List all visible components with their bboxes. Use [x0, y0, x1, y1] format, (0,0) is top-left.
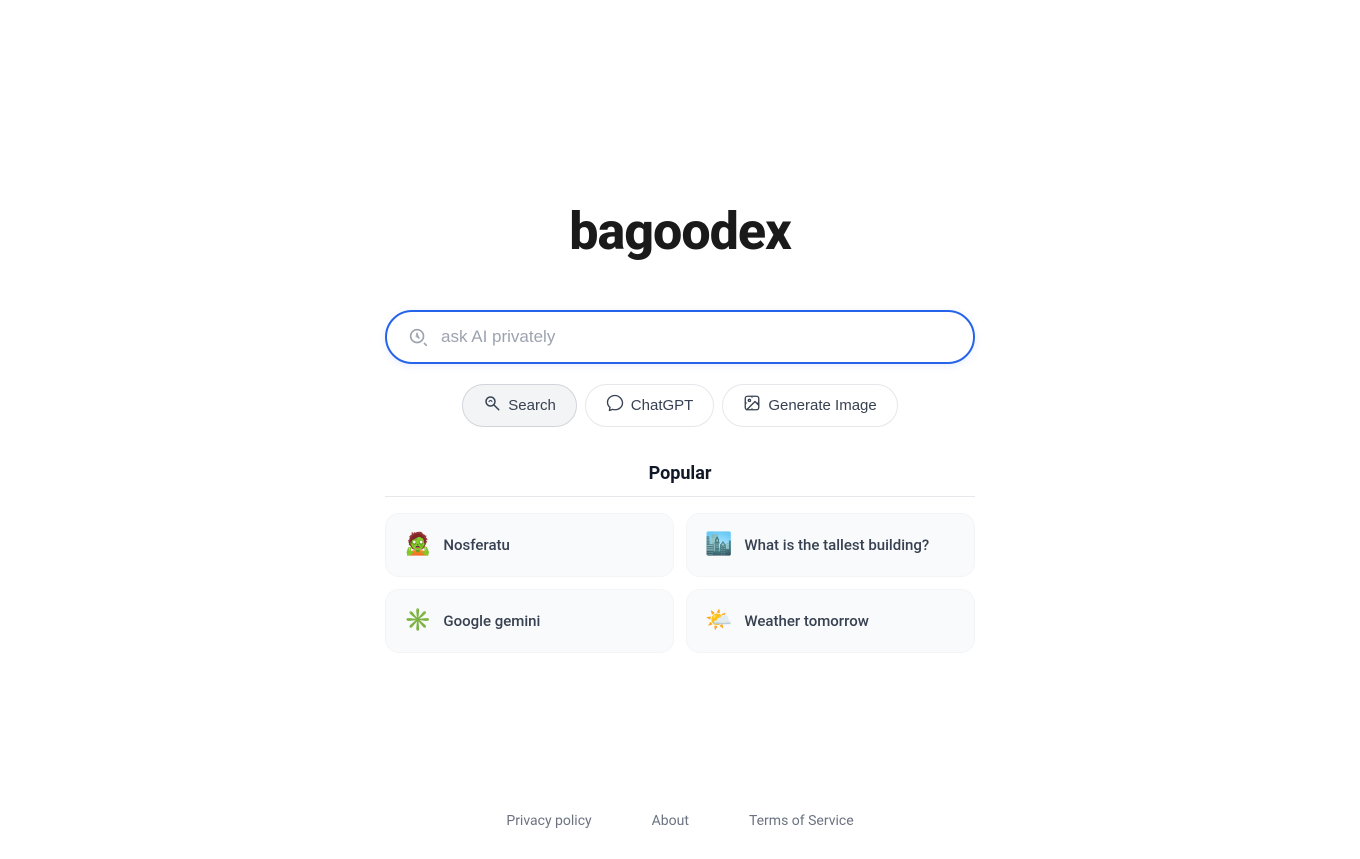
chatgpt-tab-icon — [606, 394, 624, 417]
search-box — [385, 310, 975, 364]
app-logo: bagoodex — [569, 201, 791, 262]
tab-search[interactable]: Search — [462, 384, 577, 427]
nosferatu-emoji: 🧟 — [404, 534, 431, 556]
tab-search-label: Search — [508, 397, 556, 414]
search-tab-icon — [483, 394, 501, 417]
popular-card-tallest-building[interactable]: 🏙️ What is the tallest building? — [686, 513, 975, 577]
tab-generate-image[interactable]: Generate Image — [722, 384, 897, 427]
tab-chatgpt[interactable]: ChatGPT — [585, 384, 715, 427]
tallest-building-text: What is the tallest building? — [744, 536, 929, 554]
tab-bar: Search ChatGPT Generate Image — [462, 384, 897, 427]
nosferatu-text: Nosferatu — [443, 536, 510, 554]
tab-chatgpt-label: ChatGPT — [631, 397, 694, 414]
search-container — [385, 310, 975, 364]
footer-about-link[interactable]: About — [652, 813, 689, 829]
popular-card-weather-tomorrow[interactable]: 🌤️ Weather tomorrow — [686, 589, 975, 653]
footer-terms-link[interactable]: Terms of Service — [749, 813, 854, 829]
popular-card-google-gemini[interactable]: ✳️ Google gemini — [385, 589, 674, 653]
footer-privacy-link[interactable]: Privacy policy — [506, 813, 591, 829]
search-input[interactable] — [441, 327, 953, 347]
weather-tomorrow-text: Weather tomorrow — [744, 612, 868, 630]
popular-grid: 🧟 Nosferatu 🏙️ What is the tallest build… — [385, 513, 975, 653]
tab-generate-image-label: Generate Image — [768, 397, 876, 414]
main-content: bagoodex — [0, 0, 1360, 793]
popular-title: Popular — [385, 463, 975, 497]
tallest-building-emoji: 🏙️ — [705, 534, 732, 556]
search-ai-icon — [407, 326, 429, 348]
google-gemini-text: Google gemini — [443, 612, 540, 630]
popular-card-nosferatu[interactable]: 🧟 Nosferatu — [385, 513, 674, 577]
weather-tomorrow-emoji: 🌤️ — [705, 610, 732, 632]
generate-image-tab-icon — [743, 394, 761, 417]
footer: Privacy policy About Terms of Service — [506, 793, 853, 859]
google-gemini-emoji: ✳️ — [404, 610, 431, 632]
popular-section: Popular 🧟 Nosferatu 🏙️ What is the talle… — [385, 463, 975, 653]
